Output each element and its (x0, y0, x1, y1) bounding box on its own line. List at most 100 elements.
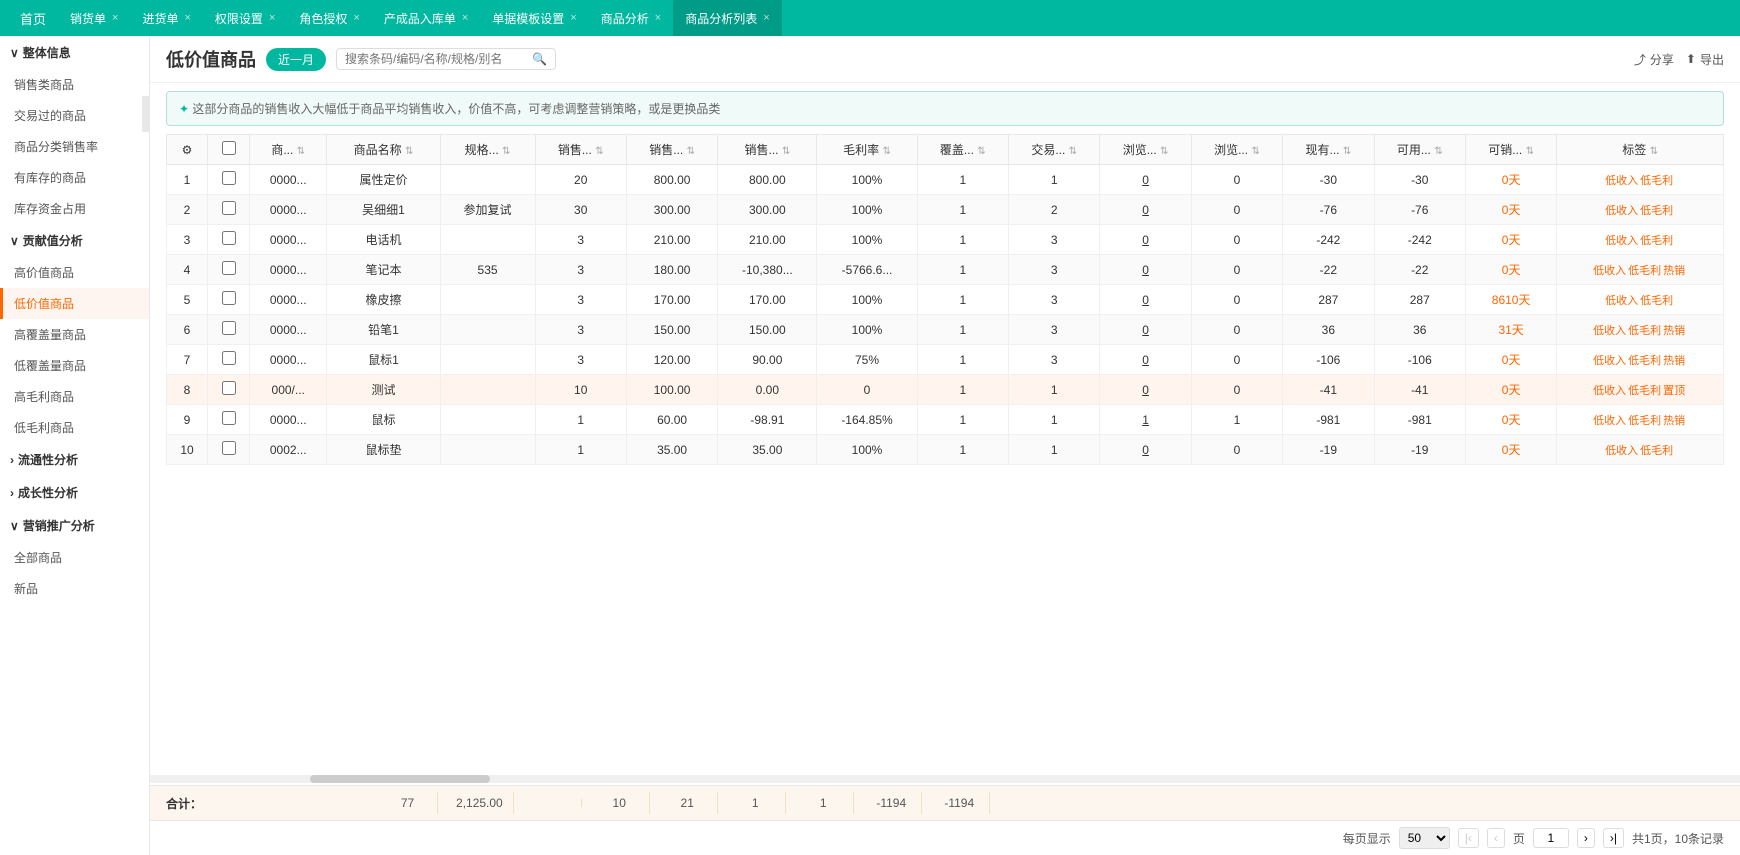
column-coverage[interactable]: 覆盖... ⇅ (917, 135, 1008, 165)
row-checkbox[interactable] (222, 381, 236, 395)
close-icon[interactable]: × (269, 12, 275, 24)
row-checkbox[interactable] (222, 351, 236, 365)
close-icon[interactable]: × (763, 12, 769, 24)
sidebar-item-high-coverage[interactable]: 高覆盖量商品 (0, 319, 149, 350)
column-gear[interactable]: ⚙ (167, 135, 208, 165)
sidebar-item-low-margin[interactable]: 低毛利商品 (0, 412, 149, 443)
row-checkbox[interactable] (222, 441, 236, 455)
scrollbar-thumb[interactable] (310, 775, 490, 783)
cell-browse1[interactable]: 0 (1100, 165, 1191, 195)
column-gross-margin[interactable]: 毛利率 ⇅ (817, 135, 917, 165)
close-icon[interactable]: × (353, 12, 359, 24)
column-sellable[interactable]: 可销... ⇅ (1465, 135, 1556, 165)
row-checkbox[interactable] (222, 171, 236, 185)
column-current-stock[interactable]: 现有... ⇅ (1283, 135, 1374, 165)
gear-icon[interactable]: ⚙ (182, 143, 193, 157)
sidebar-section-marketing[interactable]: ∨ 营销推广分析 (0, 509, 149, 542)
cell-browse1[interactable]: 0 (1100, 435, 1191, 465)
row-checkbox[interactable] (222, 411, 236, 425)
row-checkbox[interactable] (222, 321, 236, 335)
close-icon[interactable]: × (184, 12, 190, 24)
sidebar-item-new-products[interactable]: 新品 (0, 573, 149, 604)
browse1-value[interactable]: 0 (1142, 263, 1149, 277)
cell-browse1[interactable]: 0 (1100, 315, 1191, 345)
sidebar-item-all-products[interactable]: 全部商品 (0, 542, 149, 573)
browse1-value[interactable]: 0 (1142, 323, 1149, 337)
nav-product-analysis[interactable]: 商品分析 × (589, 0, 673, 36)
cell-checkbox[interactable] (208, 285, 250, 315)
browse1-value[interactable]: 0 (1142, 353, 1149, 367)
cell-checkbox[interactable] (208, 195, 250, 225)
cell-checkbox[interactable] (208, 345, 250, 375)
sidebar-item-low-value[interactable]: 低价值商品 (0, 288, 149, 319)
cell-checkbox[interactable] (208, 405, 250, 435)
close-icon[interactable]: × (462, 12, 468, 24)
nav-product-analysis-list[interactable]: 商品分析列表 × (673, 0, 781, 36)
nav-home[interactable]: 首页 (8, 0, 58, 36)
column-browse1[interactable]: 浏览... ⇅ (1100, 135, 1191, 165)
column-sales-avg[interactable]: 销售... ⇅ (718, 135, 817, 165)
filter-recent-month-button[interactable]: 近一月 (266, 48, 326, 71)
sidebar-section-contribution[interactable]: ∨ 贡献值分析 (0, 224, 149, 257)
share-button[interactable]: ⤴ 分享 (1634, 51, 1674, 68)
column-tags[interactable]: 标签 ⇅ (1557, 135, 1724, 165)
cell-checkbox[interactable] (208, 255, 250, 285)
row-checkbox[interactable] (222, 291, 236, 305)
sidebar-item-stock-products[interactable]: 有库存的商品 (0, 162, 149, 193)
sidebar-item-high-margin[interactable]: 高毛利商品 (0, 381, 149, 412)
column-browse2[interactable]: 浏览... ⇅ (1191, 135, 1282, 165)
cell-browse1[interactable]: 0 (1100, 375, 1191, 405)
close-icon[interactable]: × (570, 12, 576, 24)
export-button[interactable]: ⬆ 导出 (1686, 51, 1724, 68)
cell-browse1[interactable]: 0 (1100, 345, 1191, 375)
sidebar-section-overview[interactable]: ∨ 整体信息 (0, 36, 149, 69)
browse1-value[interactable]: 0 (1142, 173, 1149, 187)
sidebar-item-high-value[interactable]: 高价值商品 (0, 257, 149, 288)
cell-checkbox[interactable] (208, 375, 250, 405)
horizontal-scrollbar[interactable] (150, 775, 1740, 783)
column-product-id[interactable]: 商... ⇅ (250, 135, 327, 165)
nav-product-warehouse[interactable]: 产成品入库单 × (372, 0, 480, 36)
prev-page-button[interactable]: ‹ (1487, 828, 1505, 848)
row-checkbox[interactable] (222, 231, 236, 245)
close-icon[interactable]: × (655, 12, 661, 24)
sidebar-item-category-sales-rate[interactable]: 商品分类销售率 (0, 131, 149, 162)
nav-template-settings[interactable]: 单据模板设置 × (480, 0, 588, 36)
sidebar-item-traded-products[interactable]: 交易过的商品 (0, 100, 149, 131)
per-page-select[interactable]: 50 100 200 (1399, 827, 1450, 849)
sidebar-section-circulation[interactable]: › 流通性分析 (0, 443, 149, 476)
cell-browse1[interactable]: 0 (1100, 195, 1191, 225)
browse1-value[interactable]: 1 (1142, 413, 1149, 427)
sidebar-item-sales-products[interactable]: 销售类商品 (0, 69, 149, 100)
column-sales-qty[interactable]: 销售... ⇅ (535, 135, 626, 165)
cell-checkbox[interactable] (208, 435, 250, 465)
column-product-name[interactable]: 商品名称 ⇅ (327, 135, 440, 165)
cell-browse1[interactable]: 0 (1100, 225, 1191, 255)
sidebar-collapse-button[interactable]: ‹ (142, 96, 150, 132)
nav-purchase-order[interactable]: 进货单 × (130, 0, 202, 36)
row-checkbox[interactable] (222, 201, 236, 215)
close-icon[interactable]: × (112, 12, 118, 24)
cell-checkbox[interactable] (208, 165, 250, 195)
nav-permissions[interactable]: 权限设置 × (203, 0, 287, 36)
next-page-button[interactable]: › (1577, 828, 1595, 848)
row-checkbox[interactable] (222, 261, 236, 275)
last-page-button[interactable]: ›| (1603, 828, 1624, 848)
nav-sales-order[interactable]: 销货单 × (58, 0, 130, 36)
cell-browse1[interactable]: 0 (1100, 255, 1191, 285)
sidebar-item-inventory-capital[interactable]: 库存资金占用 (0, 193, 149, 224)
browse1-value[interactable]: 0 (1142, 443, 1149, 457)
select-all-checkbox[interactable] (222, 141, 236, 155)
browse1-value[interactable]: 0 (1142, 383, 1149, 397)
sidebar-item-low-coverage[interactable]: 低覆盖量商品 (0, 350, 149, 381)
cell-checkbox[interactable] (208, 315, 250, 345)
first-page-button[interactable]: |‹ (1458, 828, 1479, 848)
cell-checkbox[interactable] (208, 225, 250, 255)
browse1-value[interactable]: 0 (1142, 203, 1149, 217)
browse1-value[interactable]: 0 (1142, 293, 1149, 307)
column-transaction[interactable]: 交易... ⇅ (1008, 135, 1099, 165)
cell-browse1[interactable]: 0 (1100, 285, 1191, 315)
nav-role-auth[interactable]: 角色授权 × (287, 0, 371, 36)
page-number-input[interactable] (1533, 828, 1569, 848)
browse1-value[interactable]: 0 (1142, 233, 1149, 247)
